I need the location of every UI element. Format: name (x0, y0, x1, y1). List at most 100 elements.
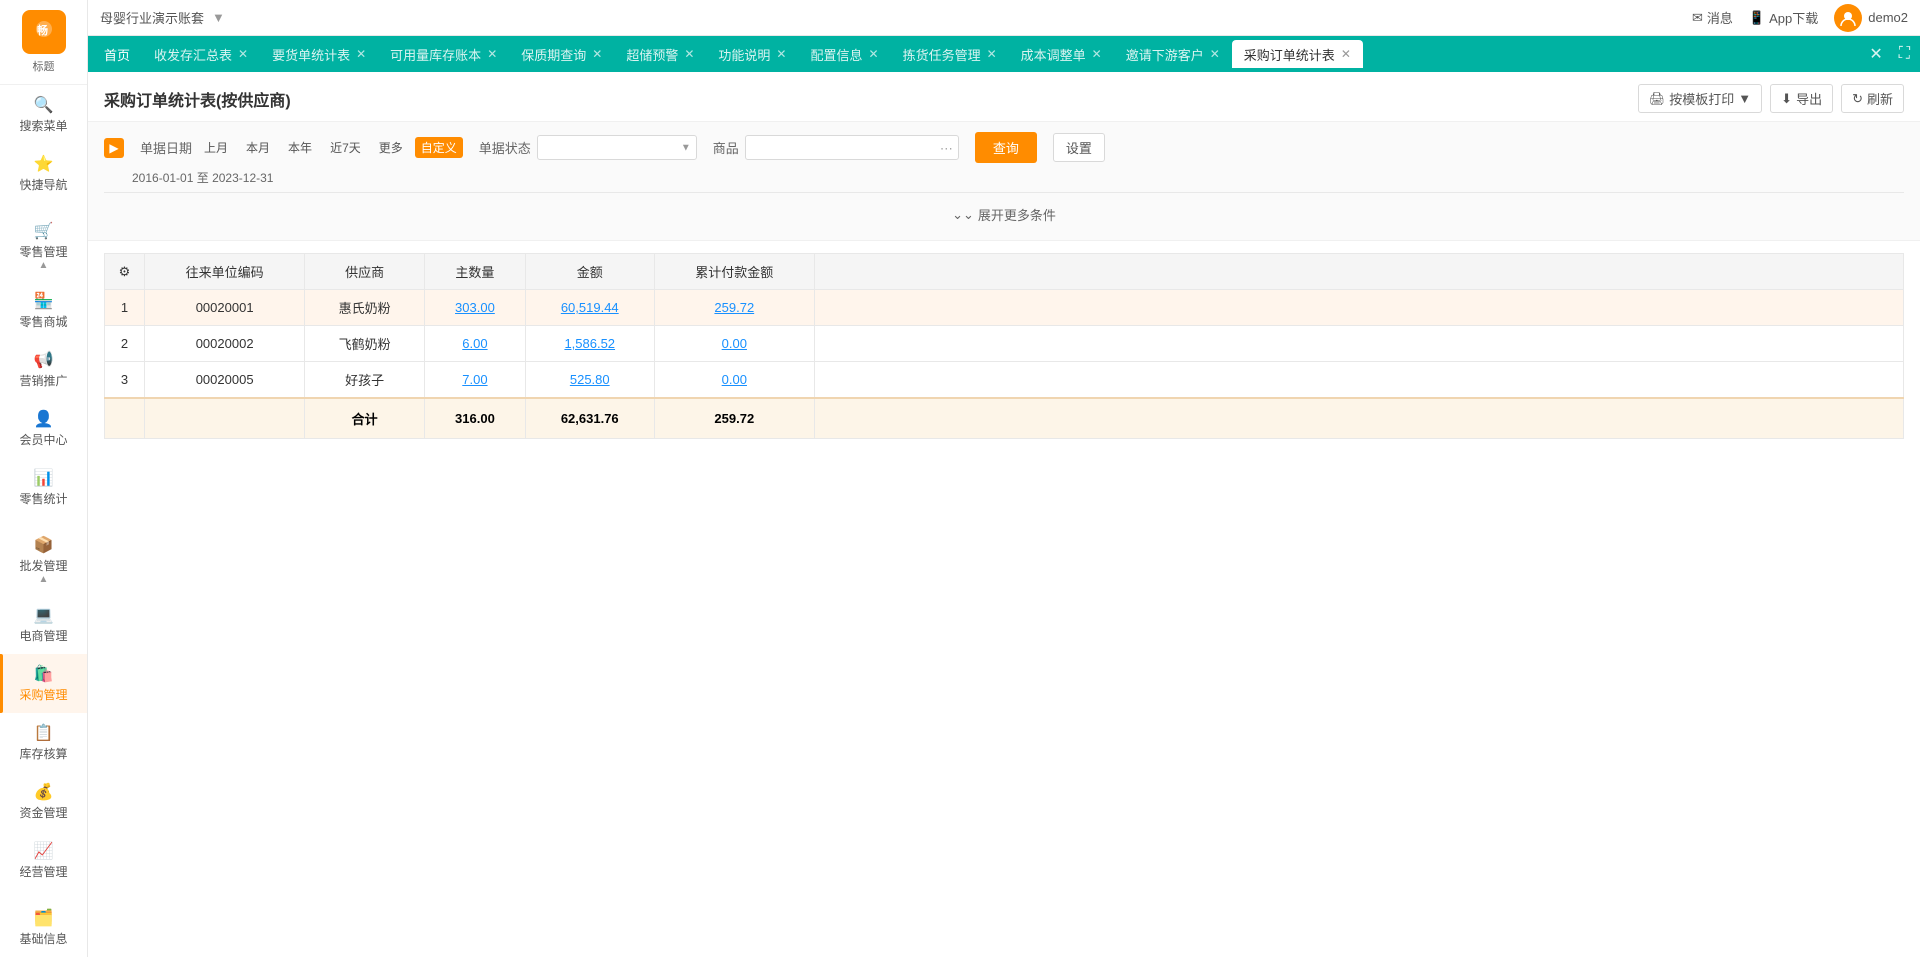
table-header: ⚙ 往来单位编码 供应商 主数量 金额 累计付款金额 (105, 254, 1904, 290)
settings-button[interactable]: 设置 (1053, 133, 1105, 162)
sidebar-item-retail-shop[interactable]: 🏪 零售商城 (0, 281, 87, 340)
tab-pick-task-close-icon[interactable]: ✕ (987, 47, 997, 61)
status-select[interactable] (537, 135, 697, 160)
sidebar-item-finance[interactable]: 💰 资金管理 (0, 772, 87, 831)
tab-invite-downstream[interactable]: 邀请下游客户 ✕ (1114, 40, 1232, 68)
sidebar-item-retail-mgmt[interactable]: 🛒 零售管理 ▲ (0, 211, 87, 281)
footer-extra (814, 398, 1903, 439)
row-2-paid-link[interactable]: 0.00 (722, 336, 747, 351)
tab-config-info-close-icon[interactable]: ✕ (869, 47, 879, 61)
message-button[interactable]: ✉ 消息 (1692, 8, 1733, 27)
goods-filter-item: 商品 ··· (713, 135, 959, 160)
sidebar-item-marketing[interactable]: 📢 营销推广 (0, 340, 87, 399)
date-shortcut-this-month[interactable]: 本月 (240, 137, 276, 158)
wholesale-mgmt-icon: 📦 (34, 535, 54, 555)
tab-function-desc-close-icon[interactable]: ✕ (776, 47, 786, 61)
date-shortcut-7days[interactable]: 近7天 (324, 137, 367, 158)
row-2-amount-link[interactable]: 1,586.52 (564, 336, 615, 351)
table-row: 2 00020002 飞鹤奶粉 6.00 1,586.52 0.00 (105, 326, 1904, 362)
app-download-button[interactable]: 📱 App下载 (1749, 8, 1818, 27)
sidebar-item-inventory[interactable]: 📋 库存核算 (0, 713, 87, 772)
print-button[interactable]: 🖨 按模板打印 ▼ (1638, 84, 1762, 113)
row-3-paid-link[interactable]: 0.00 (722, 372, 747, 387)
date-custom-badge[interactable]: 自定义 (415, 137, 463, 158)
tab-invite-downstream-close-icon[interactable]: ✕ (1210, 47, 1220, 61)
row-3-amount-link[interactable]: 525.80 (570, 372, 610, 387)
sidebar-item-basic-info[interactable]: 🗂️ 基础信息 (0, 898, 87, 957)
row-1-extra (814, 290, 1903, 326)
row-1-amount-link[interactable]: 60,519.44 (561, 300, 619, 315)
row-1-paid-link[interactable]: 259.72 (714, 300, 754, 315)
ops-mgmt-icon: 📈 (34, 841, 54, 861)
tab-receive-summary-close-icon[interactable]: ✕ (238, 47, 248, 61)
retail-shop-icon: 🏪 (34, 291, 54, 311)
row-1-paid: 259.72 (654, 290, 814, 326)
goods-input[interactable] (745, 135, 959, 160)
tab-pick-task[interactable]: 拣货任务管理 ✕ (891, 40, 1009, 68)
user-avatar (1834, 4, 1862, 32)
page-content: 采购订单统计表(按供应商) 🖨 按模板打印 ▼ ⬇ 导出 ↻ 刷新 (88, 72, 1920, 957)
date-shortcut-more[interactable]: 更多 (373, 137, 409, 158)
tab-config-info[interactable]: 配置信息 ✕ (798, 40, 890, 68)
expand-more-button[interactable]: ⌄⌄ 展开更多条件 (104, 199, 1904, 230)
user-area[interactable]: demo2 (1834, 4, 1908, 32)
export-label: 导出 (1796, 89, 1822, 108)
tab-order-stats-close-icon[interactable]: ✕ (356, 47, 366, 61)
tab-close-all-button[interactable]: ✕ (1863, 42, 1888, 66)
tab-cost-adjust-close-icon[interactable]: ✕ (1092, 47, 1102, 61)
filter-row-1: ▶ 单据日期 上月 本月 本年 近7天 更多 自定义 单据状态 (104, 132, 1904, 163)
filter-toggle-icon[interactable]: ▶ (104, 138, 124, 158)
sidebar-item-search[interactable]: 🔍 搜索菜单 (0, 85, 87, 144)
sidebar-item-member-center-label: 会员中心 (19, 431, 67, 448)
sidebar-item-ops-mgmt[interactable]: 📈 经营管理 (0, 831, 87, 890)
table-body: 1 00020001 惠氏奶粉 303.00 60,519.44 259.72 … (105, 290, 1904, 399)
sidebar-item-wholesale-mgmt-label: 批发管理 (19, 557, 67, 574)
tab-purchase-order-stats-close-icon[interactable]: ✕ (1341, 47, 1351, 61)
row-1-quantity-link[interactable]: 303.00 (455, 300, 495, 315)
sidebar-item-purchase-mgmt[interactable]: 🛍️ 采购管理 (0, 654, 87, 713)
date-shortcut-this-year[interactable]: 本年 (282, 137, 318, 158)
export-button[interactable]: ⬇ 导出 (1770, 84, 1833, 113)
member-center-icon: 👤 (34, 409, 54, 429)
tab-function-desc[interactable]: 功能说明 ✕ (706, 40, 798, 68)
tab-purchase-order-stats[interactable]: 采购订单统计表 ✕ (1232, 40, 1363, 68)
col-settings: ⚙ (105, 254, 145, 290)
tab-order-stats[interactable]: 要货单统计表 ✕ (260, 40, 378, 68)
table-row: 3 00020005 好孩子 7.00 525.80 0.00 (105, 362, 1904, 399)
date-shortcut-last-month[interactable]: 上月 (198, 137, 234, 158)
col-settings-icon[interactable]: ⚙ (119, 264, 131, 279)
tab-available-inventory[interactable]: 可用量库存账本 ✕ (378, 40, 509, 68)
tab-home[interactable]: 首页 (92, 40, 142, 68)
refresh-label: 刷新 (1867, 89, 1893, 108)
sidebar-item-retail-stats[interactable]: 📊 零售统计 (0, 458, 87, 517)
tab-expiry-query[interactable]: 保质期查询 ✕ (509, 40, 614, 68)
sidebar-item-quick-nav[interactable]: ⭐ 快捷导航 (0, 144, 87, 203)
row-2-quantity-link[interactable]: 6.00 (462, 336, 487, 351)
topbar: 母婴行业演示账套 ▼ ✉ 消息 📱 App下载 demo2 (88, 0, 1920, 36)
row-3-code: 00020005 (145, 362, 305, 399)
refresh-button[interactable]: ↻ 刷新 (1841, 84, 1904, 113)
tab-expiry-query-close-icon[interactable]: ✕ (592, 47, 602, 61)
row-3-amount: 525.80 (525, 362, 654, 399)
sidebar-item-wholesale-mgmt[interactable]: 📦 批发管理 ▲ (0, 525, 87, 595)
tab-overstock-warning-close-icon[interactable]: ✕ (684, 47, 694, 61)
sidebar-item-ops-mgmt-label: 经营管理 (19, 863, 67, 880)
date-range-separator: 至 (197, 171, 212, 185)
col-code-header: 往来单位编码 (145, 254, 305, 290)
row-1-supplier: 惠氏奶粉 (305, 290, 425, 326)
workspace-chevron-icon[interactable]: ▼ (212, 10, 225, 25)
tab-cost-adjust[interactable]: 成本调整单 ✕ (1009, 40, 1114, 68)
goods-input-dots-icon[interactable]: ··· (940, 140, 953, 155)
tab-cost-adjust-label: 成本调整单 (1021, 45, 1086, 64)
tab-purchase-order-stats-label: 采购订单统计表 (1244, 45, 1335, 64)
tab-pick-task-label: 拣货任务管理 (903, 45, 981, 64)
tab-overstock-warning[interactable]: 超储预警 ✕ (614, 40, 706, 68)
sidebar-item-ecommerce[interactable]: 💻 电商管理 (0, 595, 87, 654)
tab-available-inventory-close-icon[interactable]: ✕ (487, 47, 497, 61)
sidebar-item-basic-info-label: 基础信息 (19, 930, 67, 947)
tab-maximize-button[interactable]: ⛶ (1893, 43, 1916, 65)
sidebar-item-member-center[interactable]: 👤 会员中心 (0, 399, 87, 458)
tab-receive-summary[interactable]: 收发存汇总表 ✕ (142, 40, 260, 68)
query-button[interactable]: 查询 (975, 132, 1037, 163)
row-3-quantity-link[interactable]: 7.00 (462, 372, 487, 387)
